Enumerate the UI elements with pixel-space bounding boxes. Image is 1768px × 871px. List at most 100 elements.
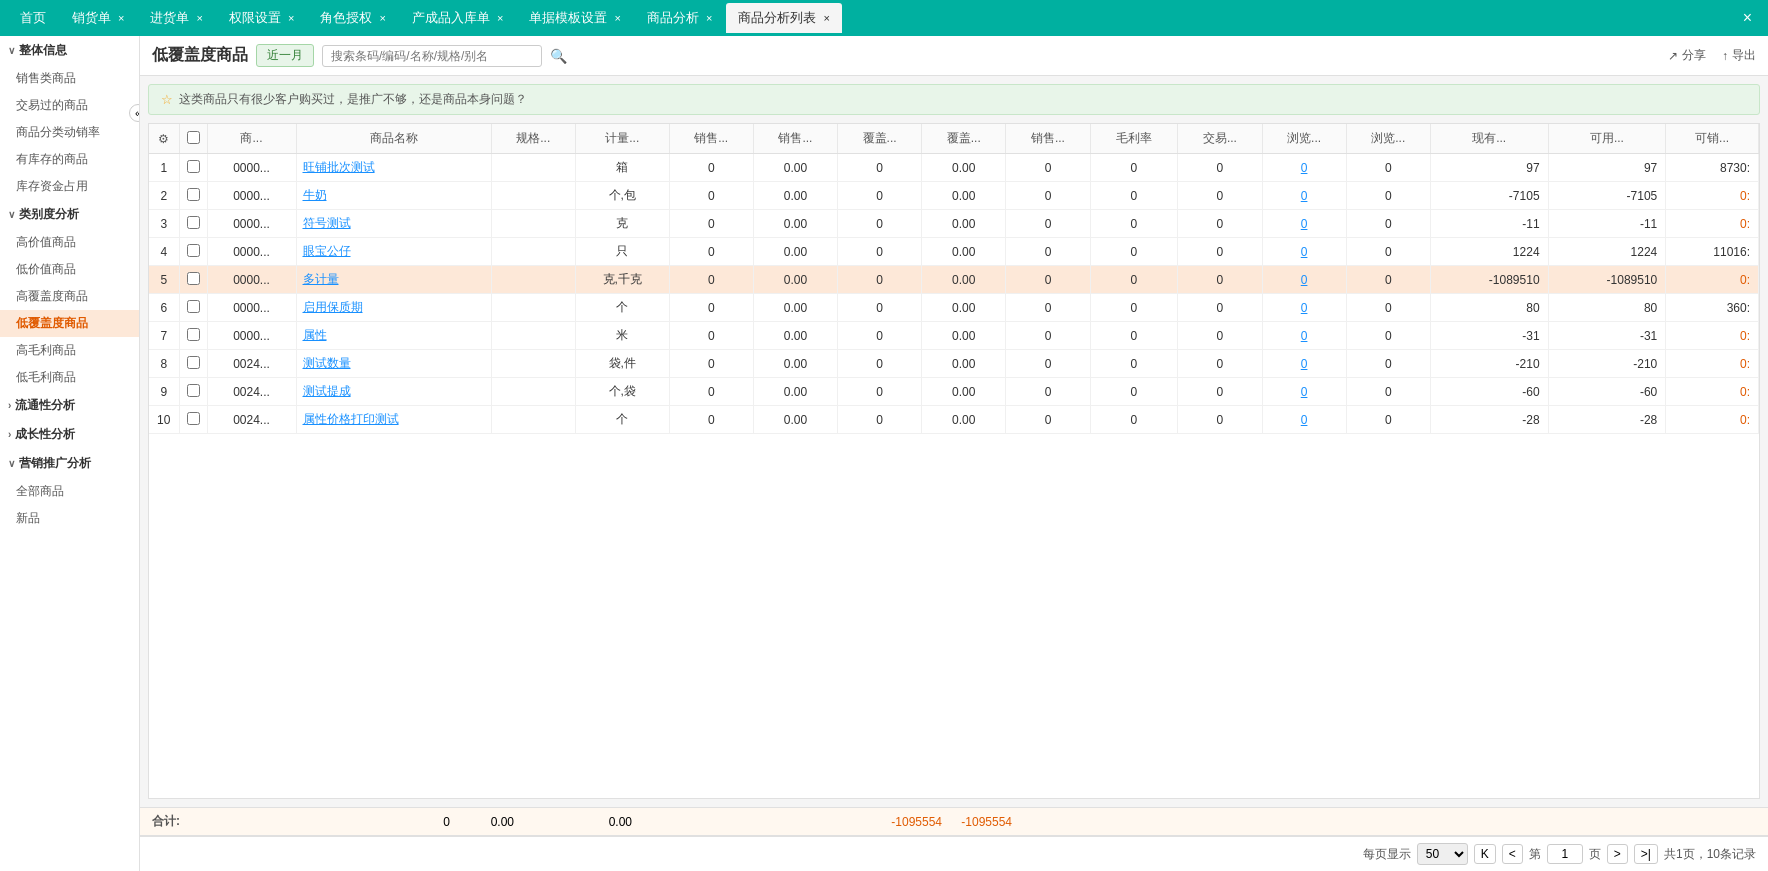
sidebar-section-marketing[interactable]: ∨ 营销推广分析: [0, 449, 139, 478]
sidebar-item-traded-goods[interactable]: 交易过的商品: [0, 92, 139, 119]
nav-permissions-close[interactable]: ×: [285, 12, 294, 24]
td-checkbox[interactable]: [179, 154, 207, 182]
td-name[interactable]: 测试提成: [296, 378, 491, 406]
td-transaction: 0: [1178, 294, 1262, 322]
td-browse1[interactable]: 0: [1262, 154, 1346, 182]
sidebar-section-category[interactable]: ∨ 类别度分析: [0, 200, 139, 229]
td-name[interactable]: 测试数量: [296, 350, 491, 378]
nav-purchase-close[interactable]: ×: [193, 12, 202, 24]
th-checkbox[interactable]: [179, 124, 207, 154]
row-checkbox[interactable]: [187, 188, 200, 201]
first-page-btn[interactable]: K: [1474, 844, 1496, 864]
nav-goods-analysis[interactable]: 商品分析 ×: [635, 3, 724, 33]
sidebar-item-inventory-capital[interactable]: 库存资金占用: [0, 173, 139, 200]
sidebar-item-low-value[interactable]: 低价值商品: [0, 256, 139, 283]
page-size-select[interactable]: 50 20 100: [1417, 843, 1468, 865]
td-checkbox[interactable]: [179, 266, 207, 294]
nav-goods-analysis-list-close[interactable]: ×: [820, 12, 829, 24]
sidebar-item-high-value[interactable]: 高价值商品: [0, 229, 139, 256]
next-page-btn[interactable]: >: [1607, 844, 1628, 864]
td-unit: 袋,件: [575, 350, 669, 378]
td-name[interactable]: 属性: [296, 322, 491, 350]
date-filter-btn[interactable]: 近一月: [256, 44, 314, 67]
td-checkbox[interactable]: [179, 294, 207, 322]
nav-production-close[interactable]: ×: [494, 12, 503, 24]
nav-roles-close[interactable]: ×: [376, 12, 385, 24]
sidebar-collapse-btn[interactable]: «: [129, 104, 140, 122]
nav-template-close[interactable]: ×: [611, 12, 620, 24]
nav-purchase[interactable]: 进货单 ×: [138, 3, 214, 33]
nav-sales[interactable]: 销货单 ×: [60, 3, 136, 33]
sidebar-section-liquidity[interactable]: › 流通性分析: [0, 391, 139, 420]
td-checkbox[interactable]: [179, 406, 207, 434]
select-all-checkbox[interactable]: [187, 131, 200, 144]
nav-sales-close[interactable]: ×: [115, 12, 124, 24]
td-browse1[interactable]: 0: [1262, 266, 1346, 294]
share-label: 分享: [1682, 47, 1706, 64]
search-input[interactable]: [322, 45, 542, 67]
row-checkbox[interactable]: [187, 244, 200, 257]
sidebar-item-category-rate[interactable]: 商品分类动销率: [0, 119, 139, 146]
th-settings[interactable]: ⚙: [149, 124, 179, 154]
td-browse1[interactable]: 0: [1262, 406, 1346, 434]
sidebar-item-low-margin[interactable]: 低毛利商品: [0, 364, 139, 391]
nav-home[interactable]: 首页: [8, 3, 58, 33]
sidebar-item-new-goods[interactable]: 新品: [0, 505, 139, 532]
search-btn[interactable]: 🔍: [550, 48, 567, 64]
export-btn[interactable]: ↑ 导出: [1722, 47, 1756, 64]
window-close-btn[interactable]: ×: [1735, 9, 1760, 27]
td-browse1[interactable]: 0: [1262, 238, 1346, 266]
td-name[interactable]: 牛奶: [296, 182, 491, 210]
sidebar-section-growth[interactable]: › 成长性分析: [0, 420, 139, 449]
total-available-stock: -1095554: [950, 815, 1020, 829]
row-checkbox[interactable]: [187, 328, 200, 341]
share-btn[interactable]: ↗ 分享: [1668, 47, 1706, 64]
row-checkbox[interactable]: [187, 384, 200, 397]
nav-goods-analysis-close[interactable]: ×: [703, 12, 712, 24]
sidebar-item-all-goods[interactable]: 全部商品: [0, 478, 139, 505]
td-browse1[interactable]: 0: [1262, 182, 1346, 210]
td-name[interactable]: 眼宝公仔: [296, 238, 491, 266]
row-checkbox[interactable]: [187, 272, 200, 285]
page-number-input[interactable]: [1547, 844, 1583, 864]
td-browse1[interactable]: 0: [1262, 350, 1346, 378]
sidebar-item-low-coverage[interactable]: 低覆盖度商品: [0, 310, 139, 337]
row-checkbox[interactable]: [187, 300, 200, 313]
td-checkbox[interactable]: [179, 378, 207, 406]
sidebar-section-overall[interactable]: ∨ 整体信息: [0, 36, 139, 65]
sidebar-item-high-margin[interactable]: 高毛利商品: [0, 337, 139, 364]
td-current-stock: -7105: [1430, 182, 1548, 210]
td-checkbox[interactable]: [179, 210, 207, 238]
td-name[interactable]: 启用保质期: [296, 294, 491, 322]
td-checkbox[interactable]: [179, 322, 207, 350]
nav-roles[interactable]: 角色授权 ×: [308, 3, 397, 33]
info-banner: ☆ 这类商品只有很少客户购买过，是推广不够，还是商品本身问题？: [148, 84, 1760, 115]
th-saleable: 可销...: [1666, 124, 1759, 154]
nav-goods-analysis-list[interactable]: 商品分析列表 ×: [726, 3, 841, 33]
nav-template[interactable]: 单据模板设置 ×: [517, 3, 632, 33]
sidebar-item-stocked-goods[interactable]: 有库存的商品: [0, 146, 139, 173]
row-checkbox[interactable]: [187, 356, 200, 369]
nav-permissions[interactable]: 权限设置 ×: [217, 3, 306, 33]
td-checkbox[interactable]: [179, 182, 207, 210]
sidebar-item-sales-goods[interactable]: 销售类商品: [0, 65, 139, 92]
td-browse1[interactable]: 0: [1262, 210, 1346, 238]
td-browse1[interactable]: 0: [1262, 322, 1346, 350]
td-name[interactable]: 多计量: [296, 266, 491, 294]
td-current-stock: 97: [1430, 154, 1548, 182]
td-checkbox[interactable]: [179, 238, 207, 266]
td-checkbox[interactable]: [179, 350, 207, 378]
row-checkbox[interactable]: [187, 216, 200, 229]
td-browse1[interactable]: 0: [1262, 378, 1346, 406]
prev-page-btn[interactable]: <: [1502, 844, 1523, 864]
row-checkbox[interactable]: [187, 412, 200, 425]
row-checkbox[interactable]: [187, 160, 200, 173]
th-coverage1: 覆盖...: [838, 124, 922, 154]
td-browse1[interactable]: 0: [1262, 294, 1346, 322]
td-name[interactable]: 旺铺批次测试: [296, 154, 491, 182]
sidebar-item-high-coverage[interactable]: 高覆盖度商品: [0, 283, 139, 310]
td-name[interactable]: 符号测试: [296, 210, 491, 238]
nav-production[interactable]: 产成品入库单 ×: [400, 3, 515, 33]
last-page-btn[interactable]: >|: [1634, 844, 1658, 864]
td-name[interactable]: 属性价格打印测试: [296, 406, 491, 434]
